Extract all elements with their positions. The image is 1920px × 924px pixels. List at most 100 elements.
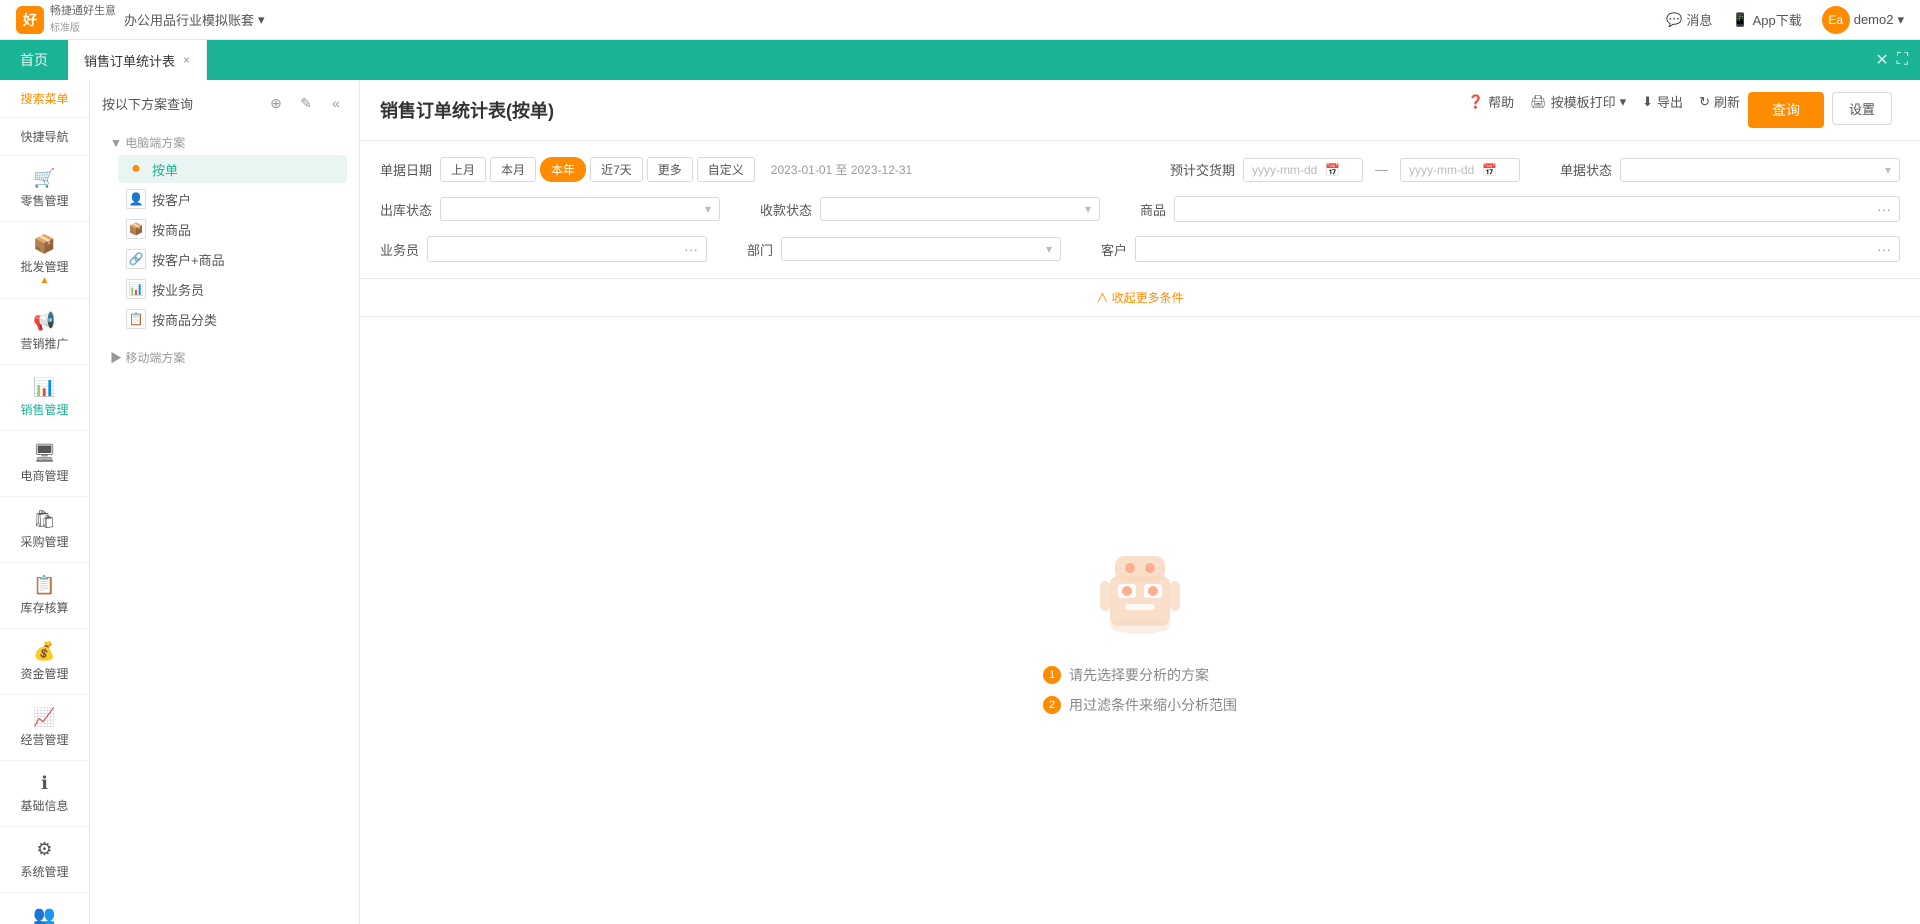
sidebar: 搜索菜单 快捷导航 🛒 零售管理 📦 批发管理 ▲ 📢 营销推广 📊 销售管理 …	[0, 80, 90, 924]
operations-icon: 📈	[8, 707, 81, 728]
customer-select[interactable]: ···	[1135, 236, 1900, 262]
expected-date-to-placeholder: yyyy-mm-dd	[1409, 163, 1474, 177]
box-icon: 📦	[126, 219, 146, 239]
sidebar-label-inventory: 库存核算	[8, 599, 81, 616]
refresh-btn[interactable]: ↻ 刷新	[1699, 92, 1740, 111]
marketing-icon: 📢	[8, 311, 81, 332]
filter-date-range-display: 2023-01-01 至 2023-12-31	[771, 161, 912, 178]
sidebar-label-basic: 基础信息	[8, 797, 81, 814]
date-btn-this-year[interactable]: 本年	[540, 157, 586, 182]
main-layout: 搜索菜单 快捷导航 🛒 零售管理 📦 批发管理 ▲ 📢 营销推广 📊 销售管理 …	[0, 80, 1920, 924]
export-label: 导出	[1657, 92, 1683, 111]
link-icon: 🔗	[126, 249, 146, 269]
sidebar-item-sales[interactable]: 📊 销售管理	[0, 365, 89, 431]
expected-date-label: 预计交货期	[1170, 160, 1235, 179]
basic-icon: ℹ	[8, 773, 81, 794]
customer-dots: ···	[1877, 241, 1891, 257]
scheme-by-customer[interactable]: 👤 按客户	[118, 185, 347, 213]
date-btn-group: 上月 本月 本年 近7天 更多 自定义	[440, 157, 755, 182]
collapse-icon: «	[332, 95, 340, 111]
payment-status-select[interactable]: ▾	[820, 197, 1100, 221]
sidebar-item-purchase[interactable]: 🛍 采购管理	[0, 497, 89, 563]
scheme-by-salesperson[interactable]: 📊 按业务员	[118, 275, 347, 303]
sidebar-label-marketing: 营销推广	[8, 335, 81, 352]
sidebar-label-retail: 零售管理	[8, 192, 81, 209]
sidebar-item-marketing[interactable]: 📢 营销推广	[0, 299, 89, 365]
circle-icon: ●	[126, 159, 146, 179]
date-btn-last-month[interactable]: 上月	[440, 157, 486, 182]
scheme-by-product[interactable]: 📦 按商品	[118, 215, 347, 243]
hint-text-2: 用过滤条件来缩小分析范围	[1069, 695, 1237, 715]
help-btn[interactable]: ❓ 帮助	[1468, 92, 1514, 111]
section-expand-icon: ▼	[110, 136, 122, 150]
sidebar-item-ecommerce[interactable]: 🖥 电商管理	[0, 431, 89, 497]
collapse-panel-btn[interactable]: «	[325, 92, 347, 114]
scheme-by-order[interactable]: ● 按单	[118, 155, 347, 183]
user-menu[interactable]: Ea demo2 ▾	[1822, 6, 1904, 34]
dept-select[interactable]: ▾	[781, 237, 1061, 261]
product-label: 商品	[1140, 200, 1166, 219]
tab-close-icon[interactable]: ×	[183, 53, 190, 67]
app-download-label: App下载	[1753, 10, 1802, 29]
filter-date: 单据日期 上月 本月 本年 近7天 更多 自定义	[380, 157, 755, 182]
date-btn-more[interactable]: 更多	[647, 157, 693, 182]
print-label: 按模板打印	[1551, 92, 1616, 111]
ship-status-select[interactable]: ▾	[440, 197, 720, 221]
expand-icon[interactable]: ⛶	[1897, 51, 1908, 69]
content-area: 按以下方案查询 ⊕ ✎ « ▼ 电脑端方案	[90, 80, 1920, 924]
app-download-btn[interactable]: 📱 App下载	[1732, 10, 1801, 29]
sidebar-label-ecommerce: 电商管理	[8, 467, 81, 484]
sidebar-item-basic[interactable]: ℹ 基础信息	[0, 761, 89, 827]
sidebar-item-inventory[interactable]: 📋 库存核算	[0, 563, 89, 629]
calendar-icon-2: 📅	[1482, 163, 1497, 177]
sidebar-item-system[interactable]: ⚙ 系统管理	[0, 827, 89, 893]
collapse-bar[interactable]: ∧ 收起更多条件	[360, 279, 1920, 317]
bill-status-select[interactable]: ▾	[1620, 158, 1900, 182]
scheme-by-category[interactable]: 📋 按商品分类	[118, 305, 347, 333]
edit-scheme-btn[interactable]: ✎	[295, 92, 317, 114]
scheme-by-customer-product[interactable]: 🔗 按客户+商品	[118, 245, 347, 273]
export-btn[interactable]: ⬇ 导出	[1642, 92, 1683, 111]
sidebar-item-cooperation[interactable]: 👥 企业协同	[0, 893, 89, 924]
expected-date-to[interactable]: yyyy-mm-dd 📅	[1400, 158, 1520, 182]
empty-hint-2: 2 用过滤条件来缩小分析范围	[1043, 695, 1237, 715]
salesperson-label: 业务员	[380, 240, 419, 259]
query-button[interactable]: 查询	[1748, 92, 1824, 128]
add-scheme-btn[interactable]: ⊕	[265, 92, 287, 114]
industry-selector[interactable]: 办公用品行业模拟账套 ▾	[124, 10, 265, 29]
left-panel-title: 按以下方案查询	[102, 94, 193, 113]
date-btn-7days[interactable]: 近7天	[590, 157, 643, 182]
close-window-icon[interactable]: ✕	[1875, 50, 1888, 70]
settings-button[interactable]: 设置	[1832, 92, 1892, 125]
sidebar-label-wholesale: 批发管理	[8, 258, 81, 275]
page-actions: ❓ 帮助 🖨 按模板打印 ▾ ⬇ 导出	[1468, 92, 1740, 111]
tab-home[interactable]: 首页	[0, 40, 68, 80]
print-btn[interactable]: 🖨 按模板打印 ▾	[1530, 92, 1626, 111]
refresh-label: 刷新	[1714, 92, 1740, 111]
tab-bar-right: ✕ ⛶	[1875, 50, 1920, 70]
hint-text-1: 请先选择要分析的方案	[1069, 665, 1209, 685]
filter-expected-date: 预计交货期 yyyy-mm-dd 📅 — yyyy-mm-dd 📅	[1170, 158, 1520, 182]
print-icon: 🖨	[1530, 94, 1547, 110]
ship-status-arrow: ▾	[705, 202, 711, 216]
avatar: Ea	[1822, 6, 1850, 34]
print-chevron: ▾	[1620, 94, 1627, 110]
mobile-expand-icon: ▶	[110, 351, 122, 365]
expected-date-from[interactable]: yyyy-mm-dd 📅	[1243, 158, 1363, 182]
product-dots: ···	[1877, 201, 1891, 217]
product-select[interactable]: ···	[1174, 196, 1900, 222]
sidebar-search[interactable]: 搜索菜单	[0, 80, 89, 118]
sidebar-item-finance[interactable]: 💰 资金管理	[0, 629, 89, 695]
sidebar-item-wholesale[interactable]: 📦 批发管理 ▲	[0, 222, 89, 299]
filter-product: 商品 ···	[1140, 196, 1900, 222]
sidebar-item-retail[interactable]: 🛒 零售管理	[0, 156, 89, 222]
date-btn-this-month[interactable]: 本月	[490, 157, 536, 182]
tab-sales-order[interactable]: 销售订单统计表 ×	[68, 40, 207, 80]
salesperson-select[interactable]: ···	[427, 236, 707, 262]
sidebar-nav[interactable]: 快捷导航	[0, 118, 89, 156]
message-btn[interactable]: 💬 消息	[1666, 10, 1712, 29]
sidebar-item-operations[interactable]: 📈 经营管理	[0, 695, 89, 761]
date-btn-custom[interactable]: 自定义	[697, 157, 755, 182]
payment-status-arrow: ▾	[1085, 202, 1091, 216]
scheme-by-customer-product-label: 按客户+商品	[152, 250, 225, 269]
